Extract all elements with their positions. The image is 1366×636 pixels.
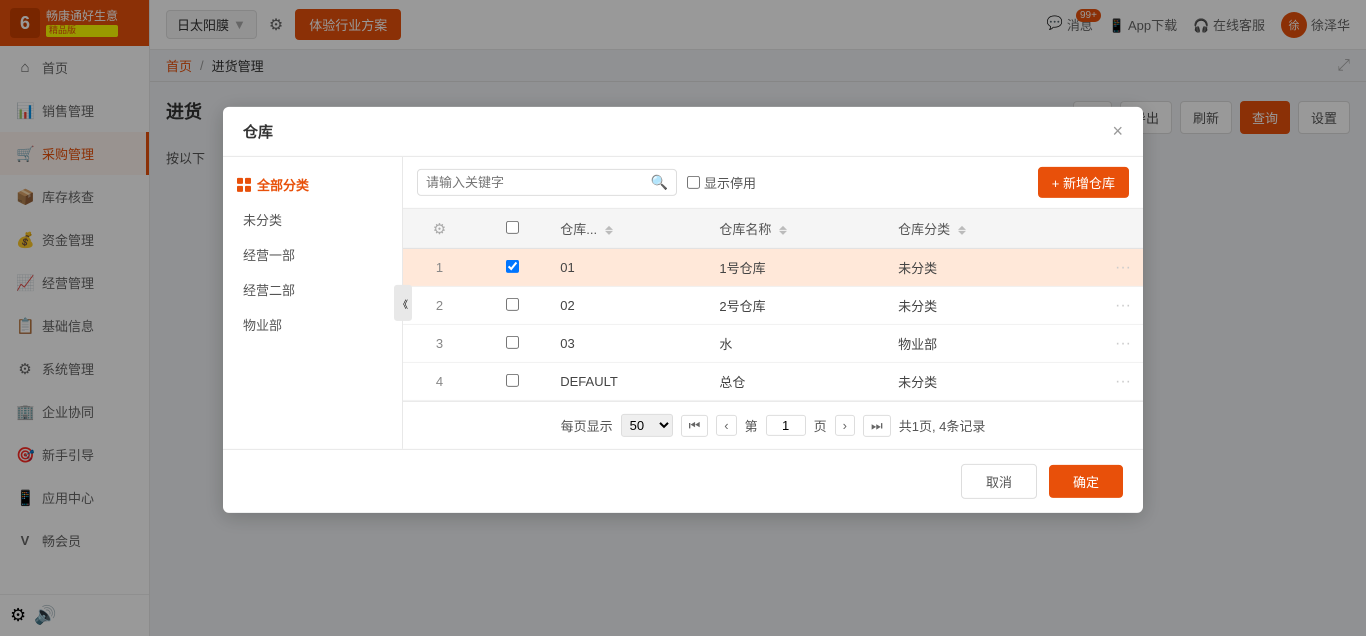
- total-info: 共1页, 4条记录: [899, 416, 986, 435]
- category-collapse-btn[interactable]: 《: [394, 285, 412, 321]
- pagination: 每页显示 50 10 20 100 ⏮ ‹ 第 页 › ⏭ 共1页, 4条记录: [403, 401, 1143, 449]
- modal-footer: 取消 确定: [223, 449, 1143, 513]
- page-last-btn[interactable]: ⏭: [863, 414, 891, 436]
- table-row[interactable]: 1 01 1号仓库 未分类 ···: [403, 248, 1143, 286]
- category-panel: 《 全部分类 未分类 经营一部 经营二部 物业部: [223, 157, 403, 449]
- chevron-left-icon: 《: [398, 295, 408, 310]
- row-actions[interactable]: ···: [1065, 362, 1143, 400]
- select-all-checkbox[interactable]: [506, 220, 519, 233]
- page-next-btn[interactable]: ›: [835, 415, 855, 436]
- sort-category-icon[interactable]: [958, 226, 966, 235]
- row-name: 水: [707, 324, 886, 362]
- row-name: 总仓: [707, 362, 886, 400]
- modal-header: 仓库 ×: [223, 107, 1143, 157]
- row-check[interactable]: [476, 362, 548, 400]
- modal-body: 《 全部分类 未分类 经营一部 经营二部 物业部 🔍: [223, 157, 1143, 449]
- row-code: DEFAULT: [548, 362, 707, 400]
- row-index: 3: [403, 324, 476, 362]
- category-item-dept2[interactable]: 经营二部: [223, 272, 402, 307]
- row-actions[interactable]: ···: [1065, 248, 1143, 286]
- col-code: 仓库...: [548, 209, 707, 249]
- page-first-btn[interactable]: ⏮: [681, 414, 709, 436]
- content-panel: 🔍 显示停用 + 新增仓库 ⚙ 仓库...: [403, 157, 1143, 449]
- col-check[interactable]: [476, 209, 548, 249]
- show-disabled-checkbox[interactable]: [687, 176, 700, 189]
- row-code: 02: [548, 286, 707, 324]
- row-category: 未分类: [886, 286, 1065, 324]
- warehouse-modal: 仓库 × 《 全部分类 未分类 经营一部 经营二部 物业部: [223, 107, 1143, 513]
- search-input-wrap: 🔍: [417, 169, 677, 196]
- row-checkbox[interactable]: [506, 297, 519, 310]
- row-index: 2: [403, 286, 476, 324]
- per-page-label: 每页显示: [561, 416, 613, 435]
- show-disabled-checkbox-wrap[interactable]: 显示停用: [687, 173, 756, 192]
- category-item-dept1[interactable]: 经营一部: [223, 237, 402, 272]
- col-category: 仓库分类: [886, 209, 1065, 249]
- row-code: 03: [548, 324, 707, 362]
- warehouse-table: ⚙ 仓库... 仓库名称: [403, 209, 1143, 401]
- modal-title: 仓库: [243, 121, 273, 142]
- row-code: 01: [548, 248, 707, 286]
- page-label: 第: [745, 416, 758, 435]
- row-category: 物业部: [886, 324, 1065, 362]
- page-prev-btn[interactable]: ‹: [716, 415, 736, 436]
- row-checkbox[interactable]: [506, 335, 519, 348]
- category-item-property[interactable]: 物业部: [223, 307, 402, 342]
- category-item-unclassified[interactable]: 未分类: [223, 202, 402, 237]
- all-category-label: 全部分类: [257, 175, 309, 194]
- add-warehouse-button[interactable]: + 新增仓库: [1038, 167, 1129, 198]
- sort-code-icon[interactable]: [605, 226, 613, 235]
- row-checkbox[interactable]: [506, 259, 519, 272]
- show-disabled-label: 显示停用: [704, 173, 756, 192]
- row-name: 1号仓库: [707, 248, 886, 286]
- col-settings[interactable]: ⚙: [403, 209, 476, 249]
- row-check[interactable]: [476, 248, 548, 286]
- row-category: 未分类: [886, 248, 1065, 286]
- col-actions: [1065, 209, 1143, 249]
- modal-close-button[interactable]: ×: [1112, 121, 1123, 142]
- row-checkbox[interactable]: [506, 373, 519, 386]
- table-row[interactable]: 3 03 水 物业部 ···: [403, 324, 1143, 362]
- row-index: 1: [403, 248, 476, 286]
- row-name: 2号仓库: [707, 286, 886, 324]
- row-actions[interactable]: ···: [1065, 324, 1143, 362]
- grid-icon: [237, 177, 251, 191]
- confirm-button[interactable]: 确定: [1049, 465, 1123, 498]
- table-row[interactable]: 2 02 2号仓库 未分类 ···: [403, 286, 1143, 324]
- cancel-button[interactable]: 取消: [961, 464, 1037, 499]
- row-actions[interactable]: ···: [1065, 286, 1143, 324]
- table-row[interactable]: 4 DEFAULT 总仓 未分类 ···: [403, 362, 1143, 400]
- row-index: 4: [403, 362, 476, 400]
- page-number-input[interactable]: [766, 415, 806, 436]
- row-check[interactable]: [476, 286, 548, 324]
- warehouse-table-wrap: ⚙ 仓库... 仓库名称: [403, 209, 1143, 401]
- all-category-item[interactable]: 全部分类: [223, 167, 402, 202]
- row-category: 未分类: [886, 362, 1065, 400]
- sort-name-icon[interactable]: [779, 226, 787, 235]
- search-icon[interactable]: 🔍: [651, 174, 668, 191]
- col-name: 仓库名称: [707, 209, 886, 249]
- row-check[interactable]: [476, 324, 548, 362]
- content-toolbar: 🔍 显示停用 + 新增仓库: [403, 157, 1143, 209]
- search-input[interactable]: [426, 175, 651, 190]
- per-page-select[interactable]: 50 10 20 100: [621, 414, 673, 437]
- page-suffix: 页: [814, 416, 827, 435]
